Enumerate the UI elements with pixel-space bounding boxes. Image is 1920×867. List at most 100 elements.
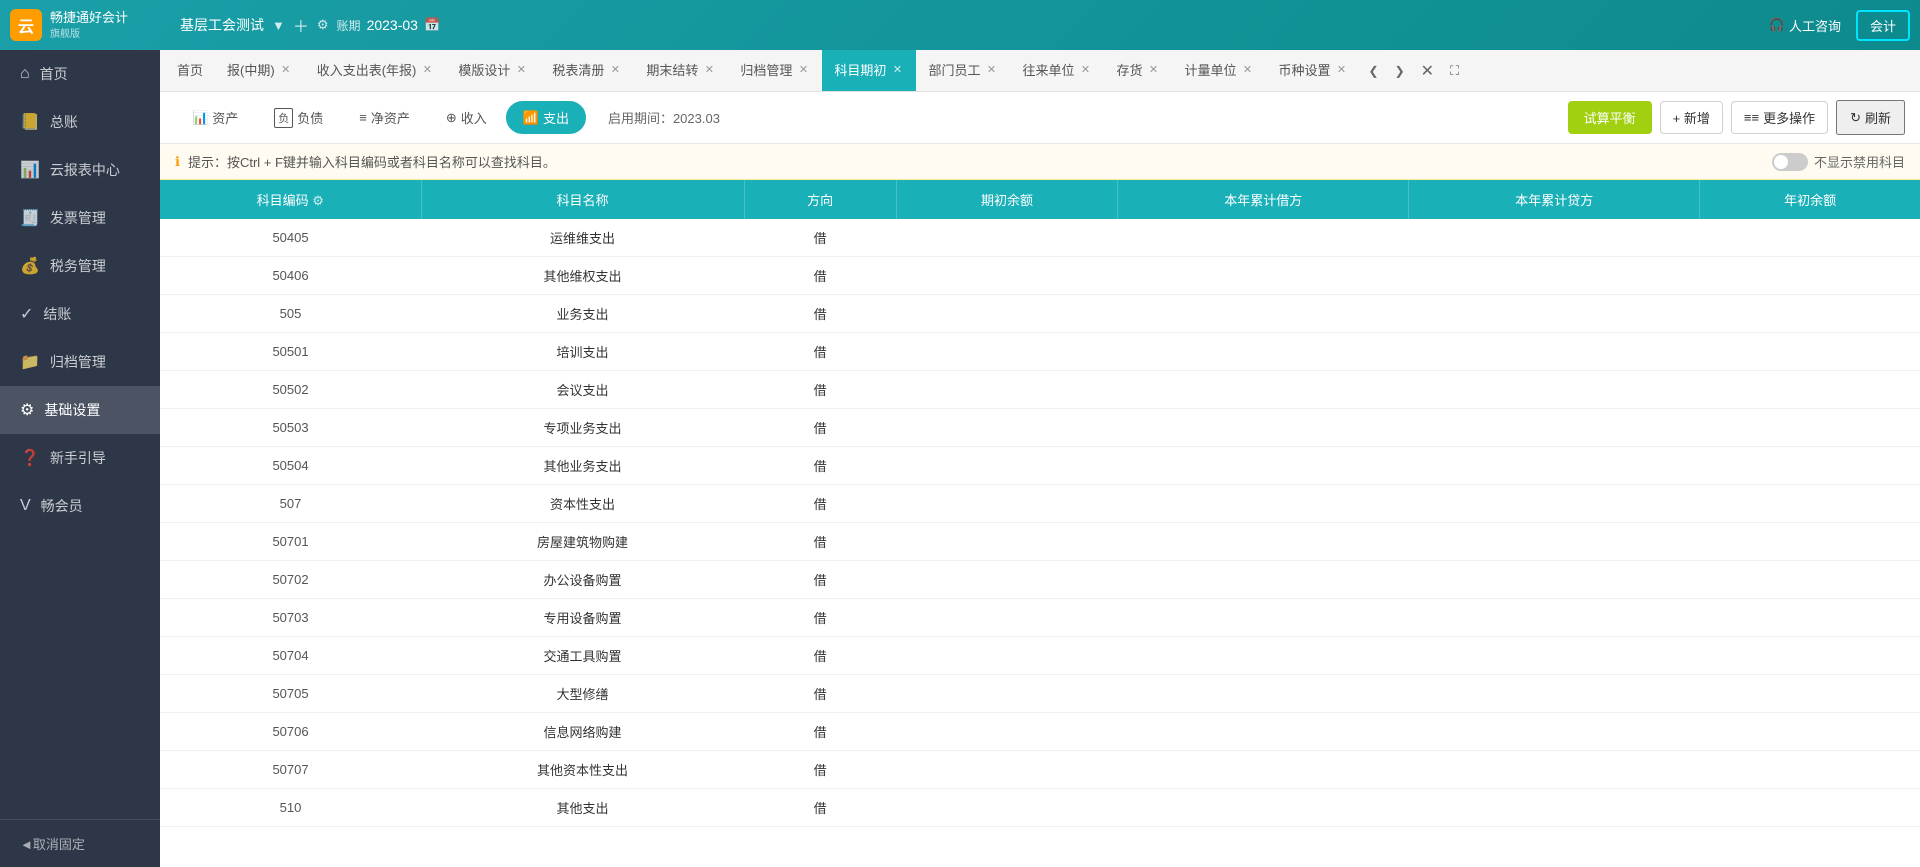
table-row[interactable]: 50707 其他资本性支出 借 bbox=[160, 751, 1920, 789]
sidebar-item-invoice[interactable]: 🧾 发票管理 bbox=[0, 194, 160, 242]
add-button[interactable]: + 新增 bbox=[1660, 101, 1723, 134]
sidebar-item-label: 基础设置 bbox=[44, 400, 100, 420]
sidebar-item-guide[interactable]: ❓ 新手引导 bbox=[0, 434, 160, 482]
table-row[interactable]: 50701 房屋建筑物购建 借 bbox=[160, 523, 1920, 561]
add-company-icon[interactable]: ＋ bbox=[293, 13, 309, 37]
table-row[interactable]: 50706 信息网络购建 借 bbox=[160, 713, 1920, 751]
filter-tab-liability[interactable]: 负 负债 bbox=[257, 101, 340, 135]
period-info: 启用期间：2023.03 bbox=[608, 108, 720, 127]
col-direction: 方向 bbox=[744, 180, 896, 219]
table-row[interactable]: 50702 办公设备购置 借 bbox=[160, 561, 1920, 599]
tab-unit[interactable]: 计量单位 ✕ bbox=[1172, 50, 1266, 92]
calendar-icon[interactable]: 📅 bbox=[424, 17, 440, 33]
tab-bar: 首页 报(中期) ✕ 收入支出表(年报) ✕ 模版设计 ✕ 税表清册 ✕ 期末结… bbox=[160, 50, 1920, 92]
tab-expand-icon[interactable]: ⛶ bbox=[1442, 57, 1467, 85]
filter-bar: 📊 资产 负 负债 ≡ 净资产 ⊕ 收入 📶 支出 bbox=[160, 92, 1920, 144]
tab-close-icon[interactable]: ✕ bbox=[890, 63, 904, 77]
tab-inventory[interactable]: 存货 ✕ bbox=[1104, 50, 1172, 92]
tab-template[interactable]: 模版设计 ✕ bbox=[446, 50, 540, 92]
collapse-label: ◄取消固定 bbox=[20, 834, 85, 853]
filter-tab-income[interactable]: ⊕ 收入 bbox=[429, 101, 504, 134]
sidebar-item-tax[interactable]: 💰 税务管理 bbox=[0, 242, 160, 290]
tab-close-icon[interactable]: ✕ bbox=[420, 63, 434, 77]
tab-close-icon[interactable]: ✕ bbox=[608, 63, 622, 77]
table-row[interactable]: 50704 交通工具购置 借 bbox=[160, 637, 1920, 675]
more-actions-button[interactable]: ≡≡ 更多操作 bbox=[1731, 101, 1828, 134]
tab-mid-report[interactable]: 报(中期) ✕ bbox=[215, 50, 305, 92]
filter-tab-asset[interactable]: 📊 资产 bbox=[175, 101, 255, 134]
cell-bnljjf bbox=[1118, 295, 1409, 333]
col-ncye: 年初余额 bbox=[1700, 180, 1920, 219]
sidebar-item-archive[interactable]: 📁 归档管理 bbox=[0, 338, 160, 386]
cell-direction: 借 bbox=[744, 561, 896, 599]
tab-close-icon[interactable]: ✕ bbox=[984, 63, 998, 77]
tab-currency[interactable]: 币种设置 ✕ bbox=[1267, 50, 1361, 92]
cell-qcye bbox=[896, 599, 1118, 637]
filter-tab-expense[interactable]: 📶 支出 bbox=[506, 101, 586, 134]
tab-close-icon[interactable]: ✕ bbox=[1335, 63, 1349, 77]
company-area: 基层工会测试 ▼ ＋ ⚙ 账期 2023-03 📅 bbox=[170, 13, 1769, 37]
table-row[interactable]: 50503 专项业务支出 借 bbox=[160, 409, 1920, 447]
sidebar-collapse-button[interactable]: ◄取消固定 bbox=[0, 819, 160, 867]
tab-tax-list[interactable]: 税表清册 ✕ bbox=[540, 50, 634, 92]
ai-consult-button[interactable]: 🎧 人工咨询 bbox=[1769, 16, 1841, 35]
sidebar-item-home[interactable]: ⌂ 首页 bbox=[0, 50, 160, 98]
sidebar-item-ledger[interactable]: 📒 总账 bbox=[0, 98, 160, 146]
column-settings-icon[interactable]: ⚙ bbox=[312, 193, 324, 208]
toggle-disabled-switch[interactable] bbox=[1772, 153, 1808, 171]
tab-archive[interactable]: 归档管理 ✕ bbox=[728, 50, 822, 92]
tab-close-icon[interactable]: ✕ bbox=[1078, 63, 1092, 77]
cell-bnljjf bbox=[1118, 637, 1409, 675]
notice-bar: ℹ 提示：按Ctrl + F键并输入科目编码或者科目名称可以查找科目。 不显示禁… bbox=[160, 144, 1920, 180]
tab-nav-next-icon[interactable]: ❯ bbox=[1387, 58, 1413, 84]
cell-name: 其他资本性支出 bbox=[421, 751, 744, 789]
sidebar-item-report[interactable]: 📊 云报表中心 bbox=[0, 146, 160, 194]
table-row[interactable]: 50703 专用设备购置 借 bbox=[160, 599, 1920, 637]
archive-icon: 📁 bbox=[20, 352, 40, 372]
tab-close-all-icon[interactable]: ✕ bbox=[1413, 55, 1442, 87]
top-header: 云 畅捷通好会计 旗舰版 基层工会测试 ▼ ＋ ⚙ 账期 2023-03 📅 🎧… bbox=[0, 0, 1920, 50]
sidebar-item-settings[interactable]: ⚙ 基础设置 bbox=[0, 386, 160, 434]
tab-period-end[interactable]: 期末结转 ✕ bbox=[634, 50, 728, 92]
refresh-button[interactable]: ↻ 刷新 bbox=[1836, 100, 1905, 135]
tab-home[interactable]: 首页 bbox=[165, 50, 215, 92]
table-row[interactable]: 50502 会议支出 借 bbox=[160, 371, 1920, 409]
cell-code: 50406 bbox=[160, 257, 421, 295]
sidebar-item-member[interactable]: V 畅会员 bbox=[0, 482, 160, 530]
company-settings-icon[interactable]: ⚙ bbox=[317, 17, 329, 33]
cell-ncye bbox=[1700, 561, 1920, 599]
tab-close-icon[interactable]: ✕ bbox=[514, 63, 528, 77]
cell-bnljjf bbox=[1118, 523, 1409, 561]
tab-close-icon[interactable]: ✕ bbox=[702, 63, 716, 77]
filter-tab-equity[interactable]: ≡ 净资产 bbox=[342, 101, 427, 134]
ledger-icon: 📒 bbox=[20, 112, 40, 132]
table-row[interactable]: 50501 培训支出 借 bbox=[160, 333, 1920, 371]
cell-bnljdf bbox=[1409, 637, 1700, 675]
table-row[interactable]: 50705 大型修缮 借 bbox=[160, 675, 1920, 713]
tab-nav-prev-icon[interactable]: ❮ bbox=[1361, 58, 1387, 84]
tab-close-icon[interactable]: ✕ bbox=[1241, 63, 1255, 77]
tab-close-icon[interactable]: ✕ bbox=[1146, 63, 1160, 77]
tab-subject-init[interactable]: 科目期初 ✕ bbox=[822, 50, 916, 92]
cell-direction: 借 bbox=[744, 333, 896, 371]
tab-close-icon[interactable]: ✕ bbox=[796, 63, 810, 77]
cell-name: 信息网络购建 bbox=[421, 713, 744, 751]
tab-contacts[interactable]: 往来单位 ✕ bbox=[1010, 50, 1104, 92]
tab-dept-staff[interactable]: 部门员工 ✕ bbox=[916, 50, 1010, 92]
company-dropdown-icon[interactable]: ▼ bbox=[272, 18, 285, 33]
table-row[interactable]: 507 资本性支出 借 bbox=[160, 485, 1920, 523]
guide-icon: ❓ bbox=[20, 448, 40, 468]
table-row[interactable]: 510 其他支出 借 bbox=[160, 789, 1920, 827]
company-name: 基层工会测试 bbox=[180, 15, 264, 35]
table-row[interactable]: 50405 运维维支出 借 bbox=[160, 219, 1920, 257]
account-button[interactable]: 会计 bbox=[1856, 10, 1910, 41]
table-row[interactable]: 50406 其他维权支出 借 bbox=[160, 257, 1920, 295]
cell-bnljdf bbox=[1409, 599, 1700, 637]
table-row[interactable]: 505 业务支出 借 bbox=[160, 295, 1920, 333]
sidebar-item-checkout[interactable]: ✓ 结账 bbox=[0, 290, 160, 338]
trial-balance-button[interactable]: 试算平衡 bbox=[1568, 101, 1652, 134]
tab-year-report[interactable]: 收入支出表(年报) ✕ bbox=[305, 50, 447, 92]
tab-close-icon[interactable]: ✕ bbox=[279, 63, 293, 77]
table-row[interactable]: 50504 其他业务支出 借 bbox=[160, 447, 1920, 485]
cell-direction: 借 bbox=[744, 447, 896, 485]
